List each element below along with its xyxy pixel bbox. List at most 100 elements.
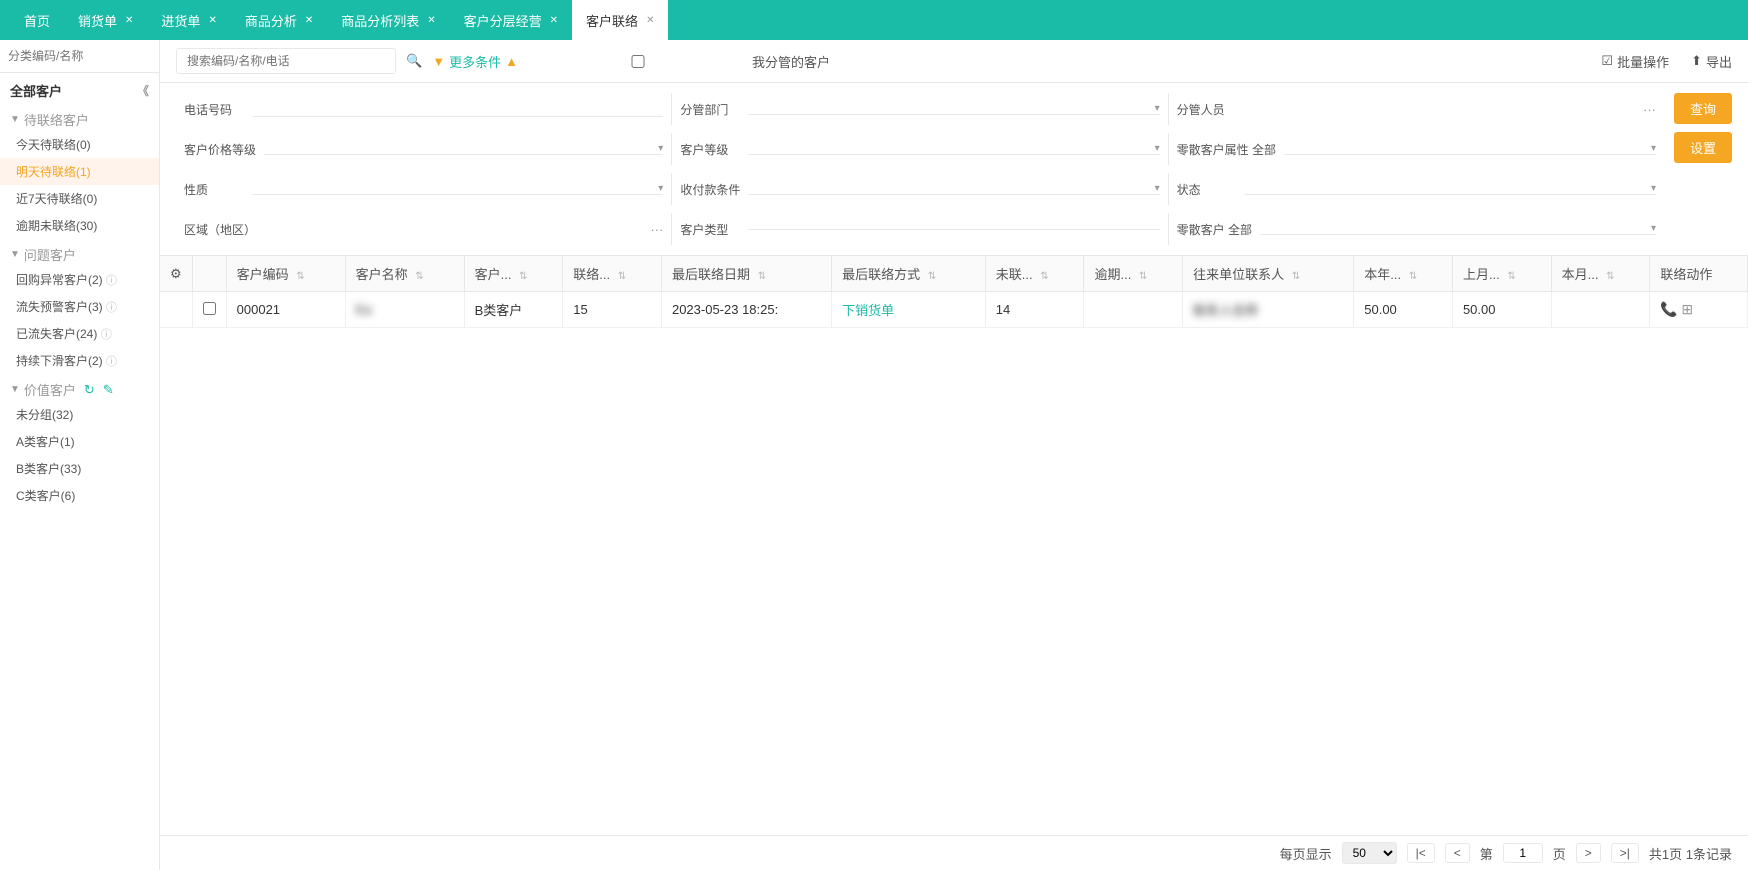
col-code[interactable]: 客户编码 ⇅ xyxy=(226,256,345,292)
sort-icon: ⇅ xyxy=(1292,271,1300,282)
settings-button[interactable]: 设置 xyxy=(1674,132,1732,163)
sidebar-item-ungrouped[interactable]: 未分组(32) xyxy=(0,401,159,428)
filter-row-4: 区域（地区） ··· 客户类型 零散客户 全部 xyxy=(176,213,1664,245)
page-input[interactable] xyxy=(1503,843,1543,863)
search-icon[interactable]: 🔍 xyxy=(406,53,422,69)
nav-product-analysis-list[interactable]: 商品分析列表 ✕ xyxy=(327,0,449,40)
call-icon[interactable]: 📞 xyxy=(1660,301,1677,317)
close-icon[interactable]: ✕ xyxy=(646,15,654,26)
sidebar-item-churned[interactable]: 已流失客户(24) ⓘ xyxy=(0,320,159,347)
batch-op-btn[interactable]: ☑ 批量操作 xyxy=(1601,52,1669,71)
customer-grade-select[interactable]: ▾ xyxy=(748,143,1159,155)
sidebar-item-class-b[interactable]: B类客户(33) xyxy=(0,455,159,482)
sort-icon: ⇅ xyxy=(1507,271,1515,282)
search-input[interactable] xyxy=(176,48,396,74)
sidebar-item-class-a[interactable]: A类客户(1) xyxy=(0,428,159,455)
col-this-month[interactable]: 本月... ⇅ xyxy=(1551,256,1650,292)
all-customers-header[interactable]: 全部客户 《 xyxy=(0,73,159,104)
edit-icon[interactable]: ✎ xyxy=(103,382,114,398)
chevron-down-icon: ▾ xyxy=(658,143,663,154)
close-icon[interactable]: ✕ xyxy=(550,15,558,26)
chevron-down-icon: ▾ xyxy=(1155,143,1160,154)
collapse-icon[interactable]: 《 xyxy=(137,82,149,99)
export-btn[interactable]: ⬆ 导出 xyxy=(1691,52,1732,71)
customer-type-select[interactable] xyxy=(748,229,1159,230)
group-pending-contact[interactable]: ▼ 待联络客户 xyxy=(0,104,159,131)
sidebar-item-repurchase-anomaly[interactable]: 回购异常客户(2) ⓘ xyxy=(0,266,159,293)
content-area: 🔍 ▼ 更多条件 ▲ 我分管的客户 ☑ 批量操作 ⬆ 导出 xyxy=(160,40,1748,870)
page-label: 第 xyxy=(1480,844,1493,863)
nav-customer-segmentation[interactable]: 客户分层经营 ✕ xyxy=(450,0,572,40)
more-icon[interactable]: ··· xyxy=(650,222,663,237)
sidebar-item-today[interactable]: 今天待联络(0) xyxy=(0,131,159,158)
dept-select[interactable]: ▾ xyxy=(748,103,1159,115)
row-last-date: 2023-05-23 18:25: xyxy=(661,292,831,328)
close-icon[interactable]: ✕ xyxy=(208,15,216,26)
sidebar-item-7days[interactable]: 近7天待联络(0) xyxy=(0,185,159,212)
status-select[interactable]: ▾ xyxy=(1245,183,1656,195)
sidebar-item-declining[interactable]: 持续下滑客户(2) ⓘ xyxy=(0,347,159,374)
col-contact-person[interactable]: 往来单位联系人 ⇅ xyxy=(1183,256,1354,292)
retail-attr-select[interactable]: ▾ xyxy=(1284,143,1656,155)
retail-customer-select[interactable]: ▾ xyxy=(1260,223,1656,235)
col-settings[interactable]: ⚙ xyxy=(160,256,192,292)
row-check[interactable] xyxy=(203,302,216,315)
filter-dept: 分管部门 ▾ xyxy=(672,93,1168,125)
row-name: Ea xyxy=(345,292,464,328)
sidebar-item-class-c[interactable]: C类客户(6) xyxy=(0,482,159,509)
my-customers-checkbox[interactable]: 我分管的客户 xyxy=(528,52,830,71)
col-action: 联络动作 xyxy=(1650,256,1748,292)
query-button[interactable]: 查询 xyxy=(1674,93,1732,124)
col-last-method[interactable]: 最后联络方式 ⇅ xyxy=(832,256,986,292)
col-contact-count[interactable]: 联络... ⇅ xyxy=(563,256,662,292)
close-icon[interactable]: ✕ xyxy=(427,15,435,26)
first-page-btn[interactable]: |< xyxy=(1407,843,1435,863)
col-this-year[interactable]: 本年... ⇅ xyxy=(1354,256,1453,292)
sidebar-item-tomorrow[interactable]: 明天待联络(1) xyxy=(0,158,159,185)
sort-icon: ⇅ xyxy=(296,271,304,282)
filter-region: 区域（地区） ··· xyxy=(176,213,672,245)
more-icon[interactable]: ··· xyxy=(1643,102,1656,117)
row-this-month xyxy=(1551,292,1650,328)
my-customers-check[interactable] xyxy=(528,55,748,68)
last-method-link[interactable]: 下销货单 xyxy=(842,303,894,318)
per-page-select[interactable]: 50 100 200 xyxy=(1342,842,1397,864)
chevron-down-icon: ▾ xyxy=(1651,183,1656,194)
group-problem-customers[interactable]: ▼ 问题客户 xyxy=(0,239,159,266)
payment-select[interactable]: ▾ xyxy=(748,183,1159,195)
chevron-down-icon: ▾ xyxy=(1155,103,1160,114)
table-container: ⚙ 客户编码 ⇅ 客户名称 ⇅ 客户... ⇅ 联络... ⇅ 最后联络日期 ⇅… xyxy=(160,256,1748,835)
nav-home[interactable]: 首页 xyxy=(10,0,64,40)
qr-icon[interactable]: ⊞ xyxy=(1681,301,1693,317)
col-last-date[interactable]: 最后联络日期 ⇅ xyxy=(661,256,831,292)
sidebar-item-churn-warning[interactable]: 流失预警客户(3) ⓘ xyxy=(0,293,159,320)
nav-purchase-order[interactable]: 进货单 ✕ xyxy=(147,0,230,40)
sidebar-item-overdue[interactable]: 逾期未联络(30) xyxy=(0,212,159,239)
arrow-icon: ▼ xyxy=(10,114,20,125)
next-page-btn[interactable]: > xyxy=(1576,843,1601,863)
col-overdue[interactable]: 逾期... ⇅ xyxy=(1084,256,1183,292)
sort-icon: ⇅ xyxy=(519,271,527,282)
row-last-month: 50.00 xyxy=(1452,292,1551,328)
filter-row-1: 电话号码 分管部门 ▾ 分管人员 xyxy=(176,93,1664,125)
group-value-customers[interactable]: ▼ 价值客户 ↻ ✎ xyxy=(0,374,159,401)
nav-customer-contact[interactable]: 客户联络 ✕ xyxy=(572,0,668,40)
nav-product-analysis[interactable]: 商品分析 ✕ xyxy=(231,0,327,40)
sidebar-search-input[interactable] xyxy=(8,49,160,63)
col-type[interactable]: 客户... ⇅ xyxy=(464,256,563,292)
row-code: 000021 xyxy=(226,292,345,328)
col-last-month[interactable]: 上月... ⇅ xyxy=(1452,256,1551,292)
last-page-btn[interactable]: >| xyxy=(1611,843,1639,863)
prev-page-btn[interactable]: < xyxy=(1445,843,1470,863)
refresh-icon[interactable]: ↻ xyxy=(84,382,95,398)
more-conditions-btn[interactable]: ▼ 更多条件 ▲ xyxy=(432,52,518,71)
close-icon[interactable]: ✕ xyxy=(125,15,133,26)
close-icon[interactable]: ✕ xyxy=(305,15,313,26)
price-grade-select[interactable]: ▾ xyxy=(264,143,663,155)
col-name[interactable]: 客户名称 ⇅ xyxy=(345,256,464,292)
col-not-contacted[interactable]: 未联... ⇅ xyxy=(985,256,1084,292)
phone-input[interactable] xyxy=(252,102,663,117)
nav-sales-order[interactable]: 销货单 ✕ xyxy=(64,0,147,40)
nature-select[interactable]: ▾ xyxy=(252,183,663,195)
row-checkbox[interactable] xyxy=(192,292,226,328)
